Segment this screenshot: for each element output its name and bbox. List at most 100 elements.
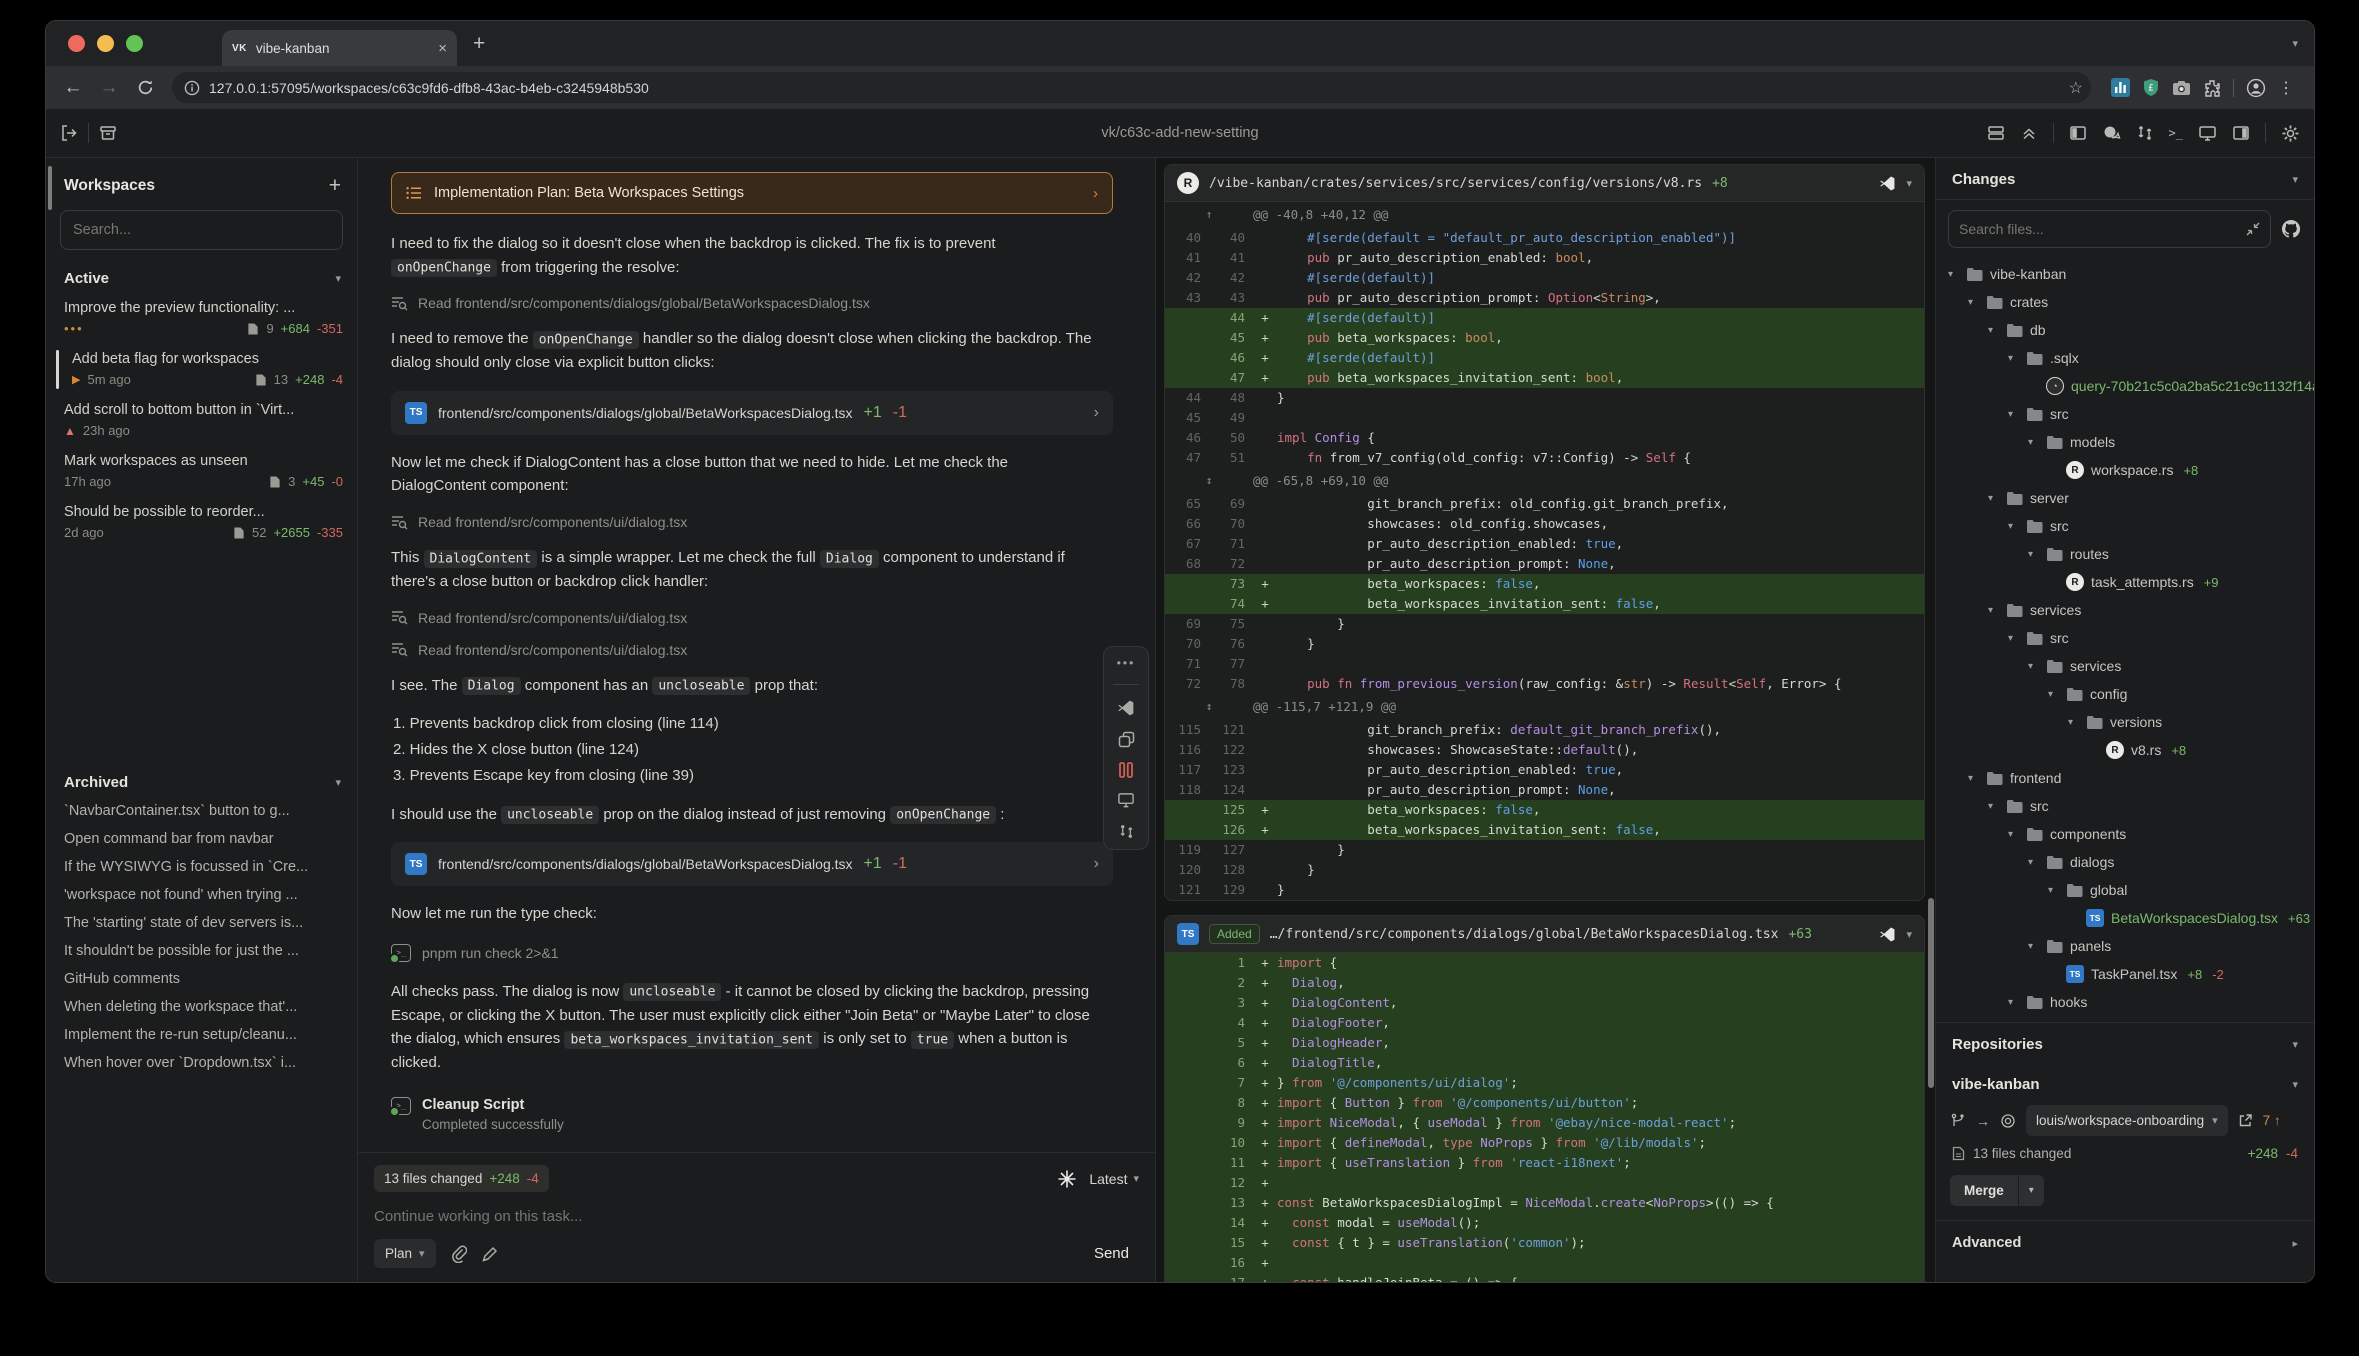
diff-line[interactable]: 40 40 #[serde(default = "default_pr_auto_… <box>1165 228 1924 248</box>
tree-folder[interactable]: ▾ dialogs <box>1936 848 2314 876</box>
archived-workspace-item[interactable]: When hover over `Dropdown.tsx` i... <box>46 1049 357 1077</box>
left-panel-toggle-icon[interactable] <box>2069 124 2087 142</box>
archived-workspace-item[interactable]: `NavbarContainer.tsx` button to g... <box>46 797 357 825</box>
archived-workspace-item[interactable]: Implement the re-run setup/cleanu... <box>46 1021 357 1049</box>
diff-line[interactable]: 118 124 pr_auto_description_prompt: None, <box>1165 780 1924 800</box>
git-compare-icon[interactable] <box>2136 124 2154 142</box>
diff-line[interactable]: 6 + DialogTitle, <box>1165 1053 1924 1073</box>
diff-line[interactable]: 47 51 fn from_v7_config(old_config: v7::C… <box>1165 448 1924 468</box>
collapse-tree-icon[interactable] <box>2246 222 2260 236</box>
github-icon[interactable] <box>2280 218 2302 240</box>
diff-line[interactable]: 1 + import { <box>1165 953 1924 973</box>
read-file-item[interactable]: Read frontend/src/components/ui/dialog.t… <box>391 610 1113 626</box>
archived-workspace-item[interactable]: When deleting the workspace that'... <box>46 993 357 1021</box>
right-panel-toggle-icon[interactable] <box>2232 124 2250 142</box>
diff-line[interactable]: 69 75 } <box>1165 614 1924 634</box>
version-dropdown[interactable]: Latest ▾ <box>1089 1171 1139 1187</box>
tree-folder[interactable]: ▾ db <box>1936 316 2314 344</box>
archived-workspace-item[interactable]: If the WYSIWYG is focussed in `Cre... <box>46 853 357 881</box>
diff-line[interactable]: 119 127 } <box>1165 840 1924 860</box>
back-button[interactable]: ← <box>58 73 88 103</box>
url-text[interactable]: 127.0.0.1:57095/workspaces/c63c9fd6-dfb8… <box>209 80 2060 96</box>
add-workspace-button[interactable]: + <box>329 174 341 198</box>
diff-line[interactable]: 117 123 pr_auto_description_enabled: true… <box>1165 760 1924 780</box>
diff-line[interactable]: 66 70 showcases: old_config.showcases, <box>1165 514 1924 534</box>
diff-line[interactable]: 10 + import { defineModal, type NoProps } … <box>1165 1133 1924 1153</box>
tree-folder[interactable]: ▾ crates <box>1936 288 2314 316</box>
extension-chart-icon[interactable] <box>2111 78 2130 97</box>
edited-file-card[interactable]: TS frontend/src/components/dialogs/global… <box>391 390 1113 435</box>
diff-line[interactable]: 70 76 } <box>1165 634 1924 654</box>
diff-line[interactable]: 116 122 showcases: ShowcaseState::default… <box>1165 740 1924 760</box>
tree-folder[interactable]: ▾ src <box>1936 792 2314 820</box>
diff-scrollbar[interactable] <box>1928 898 1934 1088</box>
diff-line[interactable]: 125 + beta_workspaces: false, <box>1165 800 1924 820</box>
diff-line[interactable]: 15 + const { t } = useTranslation('common… <box>1165 1233 1924 1253</box>
tree-folder[interactable]: ▾ services <box>1936 596 2314 624</box>
diff-line[interactable]: 46 + #[serde(default)] <box>1165 348 1924 368</box>
send-button[interactable]: Send <box>1084 1239 1139 1268</box>
advanced-section[interactable]: Advanced ▸ <box>1936 1220 2314 1265</box>
tab-search-icon[interactable]: ▾ <box>2292 37 2298 50</box>
diff-line[interactable]: 42 42 #[serde(default)] <box>1165 268 1924 288</box>
diff-line[interactable]: 47 + pub beta_workspaces_invitation_sent:… <box>1165 368 1924 388</box>
diff-line[interactable]: 5 + DialogHeader, <box>1165 1033 1924 1053</box>
diff-line[interactable]: 120 128 } <box>1165 860 1924 880</box>
monitor-icon[interactable] <box>1117 792 1135 809</box>
diff-line[interactable]: 126 + beta_workspaces_invitation_sent: fa… <box>1165 820 1924 840</box>
archive-icon[interactable] <box>99 124 117 142</box>
diff-panel-header[interactable]: TS Added …/frontend/src/components/dialogs… <box>1165 916 1924 953</box>
diff-line[interactable]: 72 78 pub fn from_previous_version(raw_co… <box>1165 674 1924 694</box>
tree-folder[interactable]: ▾ frontend <box>1936 764 2314 792</box>
conversation-scroll-area[interactable]: Implementation Plan: Beta Workspaces Set… <box>358 158 1155 1152</box>
diff-line[interactable]: 11 + import { useTranslation } from 'react… <box>1165 1153 1924 1173</box>
diff-line[interactable]: 74 + beta_workspaces_invitation_sent: fal… <box>1165 594 1924 614</box>
diff-line[interactable]: 12 + <box>1165 1173 1924 1193</box>
browser-tab[interactable]: VK vibe-kanban × <box>222 30 457 66</box>
tree-file[interactable]: Rv8.rs +8 <box>1936 736 2314 764</box>
minimize-window-button[interactable] <box>97 35 114 52</box>
diff-line[interactable]: 46 50 impl Config { <box>1165 428 1924 448</box>
workspace-item[interactable]: Improve the preview functionality: ... ••… <box>46 293 357 344</box>
repositories-header[interactable]: Repositories ▾ <box>1936 1023 2314 1064</box>
expand-hunk-icon[interactable]: ↕ <box>1165 468 1253 494</box>
close-window-button[interactable] <box>68 35 85 52</box>
merge-button[interactable]: Merge <box>1950 1175 2018 1206</box>
diff-line[interactable]: 14 + const modal = useModal(); <box>1165 1213 1924 1233</box>
read-file-item[interactable]: Read frontend/src/components/ui/dialog.t… <box>391 642 1113 658</box>
extension-camera-icon[interactable] <box>2172 80 2191 96</box>
diff-line[interactable]: 44 48} <box>1165 388 1924 408</box>
diff-line[interactable]: 45 49 <box>1165 408 1924 428</box>
diff-line[interactable]: 8 + import { Button } from '@/components/u… <box>1165 1093 1924 1113</box>
diff-hunk-header[interactable]: ↑ @@ -40,8 +40,12 @@ <box>1165 202 1924 228</box>
browser-menu-icon[interactable]: ⋮ <box>2278 78 2294 98</box>
diff-panel-header[interactable]: R/vibe-kanban/crates/services/src/servic… <box>1165 165 1924 202</box>
diff-line[interactable]: 16 + <box>1165 1253 1924 1273</box>
read-file-item[interactable]: Read frontend/src/components/ui/dialog.t… <box>391 514 1113 530</box>
archived-workspace-item[interactable]: Open command bar from navbar <box>46 825 357 853</box>
implementation-plan-banner[interactable]: Implementation Plan: Beta Workspaces Set… <box>391 172 1113 214</box>
changes-section-header[interactable]: Changes ▾ <box>1936 158 2314 200</box>
workspace-search-input[interactable]: Search... <box>60 210 343 250</box>
diff-hunk-header[interactable]: ↕ @@ -115,7 +121,9 @@ <box>1165 694 1924 720</box>
tree-file[interactable]: TS BetaWorkspacesDialog.tsx +63 <box>1936 904 2314 932</box>
diff-line[interactable]: 43 43 pub pr_auto_description_prompt: Opt… <box>1165 288 1924 308</box>
archived-workspace-item[interactable]: It shouldn't be possible for just the ..… <box>46 937 357 965</box>
diff-line[interactable]: 68 72 pr_auto_description_prompt: None, <box>1165 554 1924 574</box>
file-search-input[interactable]: Search files... <box>1948 210 2271 248</box>
exit-workspace-icon[interactable] <box>60 124 78 142</box>
script-status-item[interactable]: >_ Cleanup Script Completed successfully <box>389 1096 1113 1132</box>
archived-workspace-item[interactable]: 'workspace not found' when trying ... <box>46 881 357 909</box>
reload-button[interactable] <box>130 73 160 103</box>
tree-folder[interactable]: ▾ models <box>1936 428 2314 456</box>
copy-icon[interactable] <box>1118 731 1135 748</box>
read-file-item[interactable]: Read frontend/src/components/dialogs/glo… <box>391 295 1113 311</box>
tree-file[interactable]: Rtask_attempts.rs +9 <box>1936 568 2314 596</box>
branch-dropdown[interactable]: louis/workspace-onboarding ▾ <box>2026 1105 2228 1136</box>
open-in-editor-icon[interactable] <box>1879 175 1896 192</box>
extensions-puzzle-icon[interactable] <box>2203 79 2221 97</box>
tree-folder[interactable]: ▾ hooks <box>1936 988 2314 1016</box>
rows-layout-icon[interactable] <box>1987 124 2005 142</box>
tree-file[interactable]: ◔ query-70b21c5c0a2ba5c21c9c1132f14a68 <box>1936 372 2314 400</box>
diff-line[interactable]: 41 41 pub pr_auto_description_enabled: bo… <box>1165 248 1924 268</box>
